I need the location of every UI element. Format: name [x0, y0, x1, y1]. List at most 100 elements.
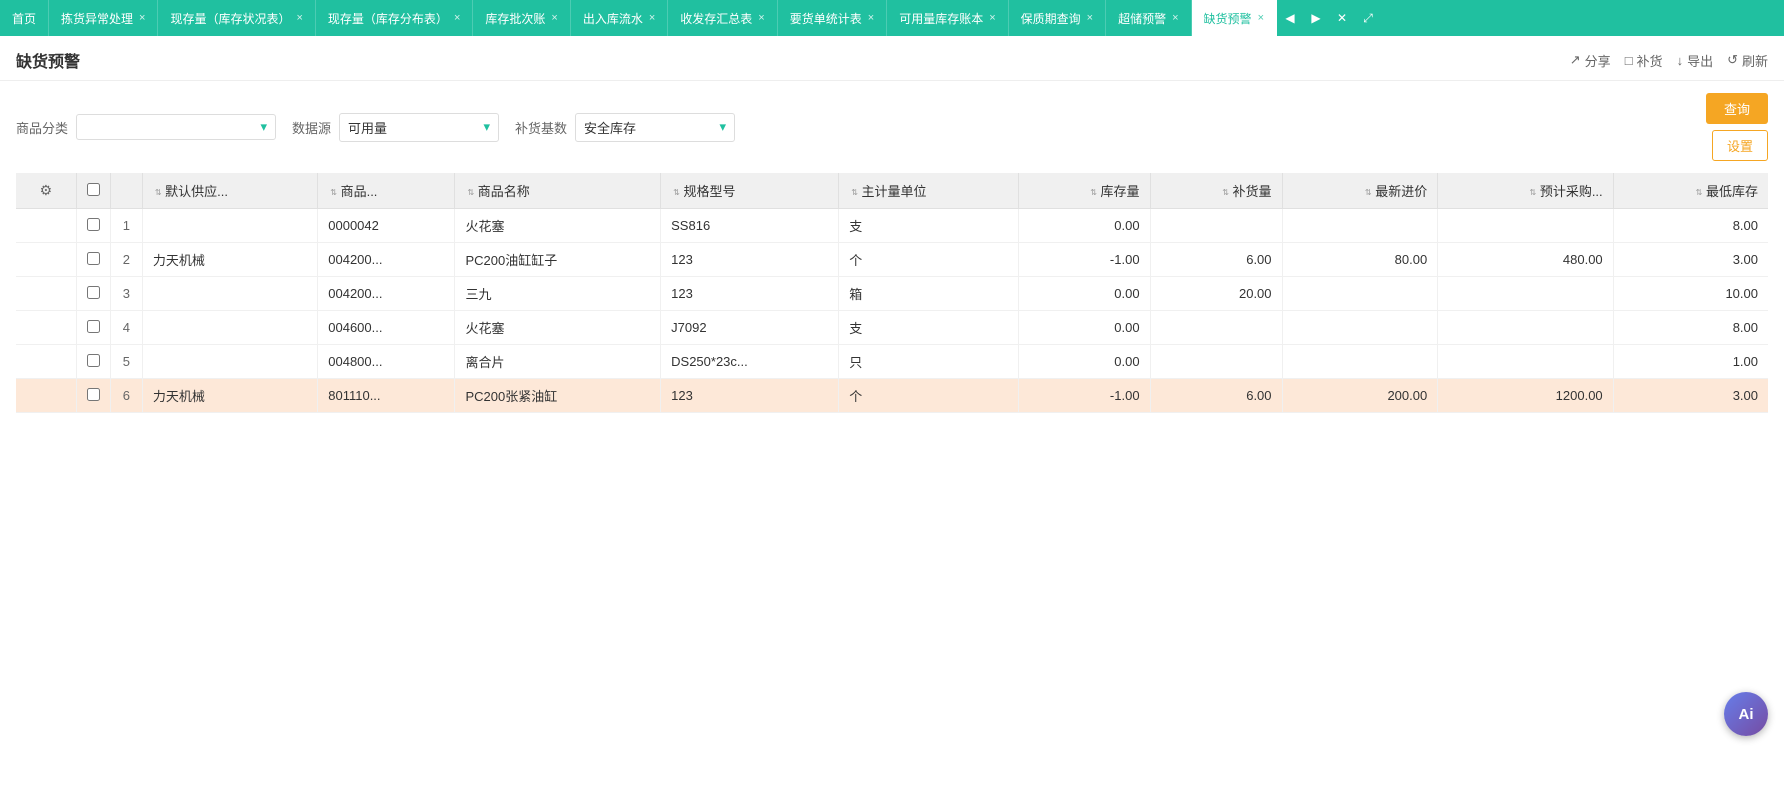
replenish-basis-value: 安全库存 — [584, 118, 636, 137]
tab-close-exception[interactable]: × — [139, 12, 145, 24]
tab-close-overstock[interactable]: × — [1172, 12, 1178, 24]
refresh-icon: ↺ — [1727, 52, 1738, 68]
tab-nav-close[interactable]: ✕ — [1329, 0, 1355, 36]
tab-close-inv-dist[interactable]: × — [454, 12, 460, 24]
row-checkbox-cell[interactable] — [76, 209, 110, 243]
row-checkbox-cell[interactable] — [76, 243, 110, 277]
row-supplier — [142, 277, 317, 311]
row-checkbox[interactable] — [87, 286, 100, 299]
col-seq — [110, 173, 142, 209]
row-unit: 只 — [839, 345, 1018, 379]
col-product-code[interactable]: ⇅ 商品... — [318, 173, 455, 209]
tab-available-ledger[interactable]: 可用量库存账本 × — [887, 0, 1008, 36]
row-product-code: 004200... — [318, 277, 455, 311]
gear-icon[interactable]: ⚙ — [40, 182, 53, 199]
row-checkbox[interactable] — [87, 388, 100, 401]
data-source-select[interactable]: 可用量 ▾ — [339, 113, 499, 142]
tab-close-expiry[interactable]: × — [1087, 12, 1093, 24]
row-supplier — [142, 345, 317, 379]
tab-demand-stats[interactable]: 要货单统计表 × — [778, 0, 887, 36]
tab-shortage[interactable]: 缺货预警 × — [1192, 0, 1277, 36]
tab-nav-prev[interactable]: ◀ — [1277, 0, 1303, 36]
tab-close-batch[interactable]: × — [551, 12, 557, 24]
tab-inout-flow[interactable]: 出入库流水 × — [571, 0, 668, 36]
replenish-basis-select[interactable]: 安全库存 ▾ — [575, 113, 735, 142]
row-product-code: 004200... — [318, 243, 455, 277]
filter-bar: 商品分类 ▾ 数据源 可用量 ▾ 补货基数 安全库存 ▾ 查询 设置 — [0, 81, 1784, 173]
filter-replenish-basis: 补货基数 安全库存 ▾ — [515, 113, 735, 142]
tab-overstock[interactable]: 超储预警 × — [1106, 0, 1191, 36]
row-latest-price — [1282, 345, 1438, 379]
product-category-select[interactable]: ▾ — [76, 114, 276, 140]
col-estimated-purchase[interactable]: ⇅ 预计采购... — [1438, 173, 1613, 209]
row-checkbox-cell[interactable] — [76, 379, 110, 413]
col-unit[interactable]: ⇅ 主计量单位 — [839, 173, 1018, 209]
tab-close-inv-status[interactable]: × — [296, 12, 302, 24]
row-checkbox[interactable] — [87, 354, 100, 367]
row-latest-price — [1282, 209, 1438, 243]
refresh-action[interactable]: ↺ 刷新 — [1727, 51, 1768, 70]
col-default-supplier[interactable]: ⇅ 默认供应... — [142, 173, 317, 209]
filter-right-buttons: 查询 设置 — [1706, 93, 1768, 161]
col-gear[interactable]: ⚙ — [16, 173, 76, 209]
row-replenish-qty — [1150, 345, 1282, 379]
tab-exception[interactable]: 拣货异常处理 × — [49, 0, 158, 36]
share-action[interactable]: ↗ 分享 — [1570, 51, 1611, 70]
export-action[interactable]: ↓ 导出 — [1677, 51, 1714, 70]
tab-close-inout[interactable]: × — [649, 12, 655, 24]
data-source-label: 数据源 — [292, 118, 331, 137]
row-inventory: 0.00 — [1018, 345, 1150, 379]
tab-close-shortage[interactable]: × — [1258, 12, 1264, 24]
row-estimated-purchase: 480.00 — [1438, 243, 1613, 277]
table-row: 6 力天机械 801110... PC200张紧油缸 123 个 -1.00 6… — [16, 379, 1768, 413]
row-supplier: 力天机械 — [142, 243, 317, 277]
sort-icon-est-purchase: ⇅ — [1529, 189, 1536, 197]
col-spec[interactable]: ⇅ 规格型号 — [661, 173, 839, 209]
row-spec: SS816 — [661, 209, 839, 243]
tab-batch-account[interactable]: 库存批次账 × — [473, 0, 570, 36]
col-product-name[interactable]: ⇅ 商品名称 — [455, 173, 661, 209]
col-min-inventory[interactable]: ⇅ 最低库存 — [1613, 173, 1768, 209]
row-product-code: 801110... — [318, 379, 455, 413]
data-table: ⚙ ⇅ 默认供应... ⇅ 商品... ⇅ — [16, 173, 1768, 413]
tab-expiry-query[interactable]: 保质期查询 × — [1009, 0, 1106, 36]
tab-inventory-status[interactable]: 现存量（库存状况表） × — [158, 0, 315, 36]
row-latest-price — [1282, 311, 1438, 345]
sort-icon-supplier: ⇅ — [155, 189, 162, 197]
tab-home[interactable]: 首页 — [0, 0, 49, 36]
tab-nav-expand[interactable]: ⤢ — [1355, 0, 1381, 36]
product-category-chevron: ▾ — [260, 119, 267, 135]
row-checkbox-cell[interactable] — [76, 345, 110, 379]
col-checkbox-all[interactable] — [76, 173, 110, 209]
ai-badge[interactable]: Ai — [1724, 692, 1768, 736]
row-gear-cell — [16, 311, 76, 345]
row-checkbox[interactable] — [87, 252, 100, 265]
row-checkbox[interactable] — [87, 218, 100, 231]
query-button[interactable]: 查询 — [1706, 93, 1768, 124]
row-checkbox-cell[interactable] — [76, 277, 110, 311]
tab-inventory-dist[interactable]: 现存量（库存分布表） × — [316, 0, 473, 36]
row-checkbox-cell[interactable] — [76, 311, 110, 345]
row-checkbox[interactable] — [87, 320, 100, 333]
row-replenish-qty: 6.00 — [1150, 379, 1282, 413]
tab-bar: 首页 拣货异常处理 × 现存量（库存状况表） × 现存量（库存分布表） × 库存… — [0, 0, 1784, 36]
tab-receipt-summary[interactable]: 收发存汇总表 × — [668, 0, 777, 36]
replenish-action[interactable]: □ 补货 — [1625, 51, 1663, 70]
row-unit: 支 — [839, 209, 1018, 243]
table-body: 1 0000042 火花塞 SS816 支 0.00 8.00 2 力天机械 0… — [16, 209, 1768, 413]
row-product-code: 0000042 — [318, 209, 455, 243]
row-min-inventory: 8.00 — [1613, 209, 1768, 243]
row-estimated-purchase — [1438, 311, 1613, 345]
col-inventory[interactable]: ⇅ 库存量 — [1018, 173, 1150, 209]
tab-close-demand[interactable]: × — [868, 12, 874, 24]
col-replenish-qty[interactable]: ⇅ 补货量 — [1150, 173, 1282, 209]
select-all-checkbox[interactable] — [87, 183, 100, 196]
col-latest-price[interactable]: ⇅ 最新进价 — [1282, 173, 1438, 209]
tab-close-ledger[interactable]: × — [989, 12, 995, 24]
row-seq: 4 — [110, 311, 142, 345]
row-spec: J7092 — [661, 311, 839, 345]
tab-nav-next[interactable]: ▶ — [1303, 0, 1329, 36]
row-inventory: 0.00 — [1018, 311, 1150, 345]
tab-close-receipt[interactable]: × — [758, 12, 764, 24]
settings-button[interactable]: 设置 — [1712, 130, 1768, 161]
